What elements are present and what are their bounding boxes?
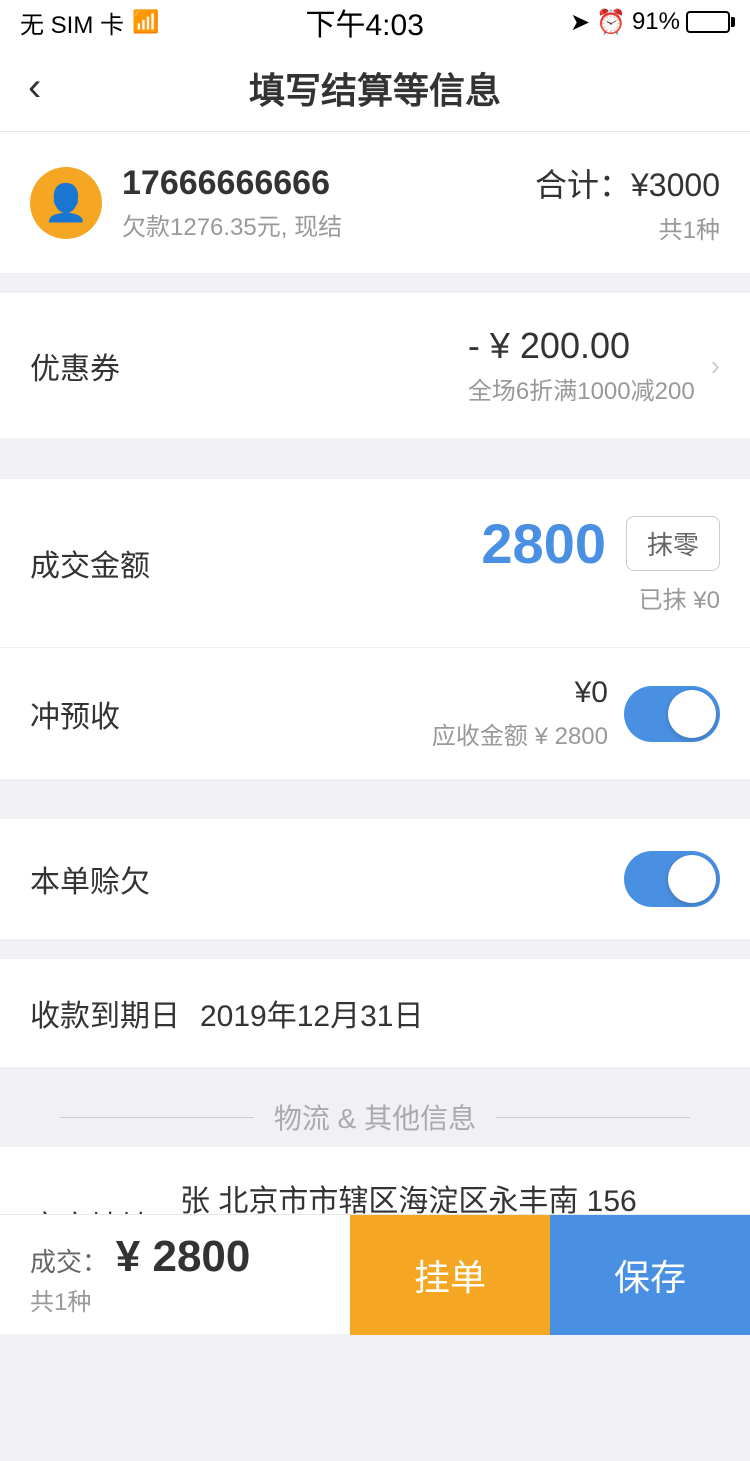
coupon-value-wrap: - ¥ 200.00 全场6折满1000减200 [468,325,695,406]
prepay-receivable: 应收金额 ¥ 2800 [432,716,608,751]
battery-icon [686,11,730,33]
toggle-knob [668,690,716,738]
duedate-label: 收款到期日 [30,991,180,1035]
wifi-icon: 📶 [132,9,159,35]
coupon-discount: - ¥ 200.00 [468,325,695,367]
coupon-label: 优惠券 [30,344,120,388]
bottom-price: ¥ 2800 [116,1232,251,1281]
prepay-toggle[interactable] [624,686,720,742]
duedate-row: 收款到期日 2019年12月31日 [0,959,750,1067]
page-title: 填写结算等信息 [249,62,501,114]
credit-label: 本单赊欠 [30,857,150,901]
bottom-left: 成交： ¥ 2800 共1种 [0,1232,350,1317]
battery-percent: 91% [632,8,680,36]
sim-label: 无 SIM 卡 [20,5,124,40]
total-count: 共1种 [535,210,720,245]
deal-right: 2800 抹零 已抹 ¥0 [481,511,720,615]
prepay-right-wrap: ¥0 应收金额 ¥ 2800 [432,676,720,751]
customer-right: 合计：¥3000 共1种 [535,160,720,245]
divider-2 [0,799,750,819]
status-time: 下午4:03 [305,0,423,44]
status-right: ➤ ⏰ 91% [570,8,730,37]
alarm-icon: ⏰ [596,8,626,37]
bottom-spacer [0,1321,750,1461]
bottom-bar: 成交： ¥ 2800 共1种 挂单 保存 [0,1214,750,1334]
customer-phone: 17666666666 [122,164,342,203]
bottom-deal-label: 成交： [30,1247,108,1277]
coupon-chevron-icon: › [711,350,720,382]
amount-section: 成交金额 2800 抹零 已抹 ¥0 冲预收 ¥0 应收金额 ¥ 2800 [0,479,750,779]
deal-amount-row: 成交金额 2800 抹零 已抹 ¥0 [0,479,750,648]
nav-bar: ‹ 填写结算等信息 [0,44,750,132]
credit-toggle[interactable] [624,851,720,907]
logistics-divider: 物流 & 其他信息 [0,1087,750,1147]
coupon-section: 优惠券 - ¥ 200.00 全场6折满1000减200 › [0,293,750,439]
status-left: 无 SIM 卡 📶 [20,5,159,40]
logistics-label: 物流 & 其他信息 [254,1097,496,1137]
coupon-desc: 全场6折满1000减200 [468,371,695,406]
prepay-amount: ¥0 [575,676,608,710]
total-amount: 合计：¥3000 [535,160,720,206]
status-bar: 无 SIM 卡 📶 下午4:03 ➤ ⏰ 91% [0,0,750,44]
avatar: 👤 [30,167,102,239]
avatar-icon: 👤 [44,182,89,224]
customer-info: 17666666666 欠款1276.35元, 现结 [122,164,342,242]
credit-row: 本单赊欠 [0,819,750,939]
deal-label: 成交金额 [30,541,150,585]
prepay-row: 冲预收 ¥0 应收金额 ¥ 2800 [0,648,750,779]
prepay-right: ¥0 应收金额 ¥ 2800 [432,676,608,751]
bottom-deal-row: 成交： ¥ 2800 [30,1232,320,1282]
customer-left: 👤 17666666666 欠款1276.35元, 现结 [30,164,342,242]
credit-toggle-knob [668,855,716,903]
customer-debt: 欠款1276.35元, 现结 [122,207,342,242]
save-button[interactable]: 保存 [550,1215,750,1335]
divider-1 [0,459,750,479]
pending-button[interactable]: 挂单 [350,1215,550,1335]
location-icon: ➤ [570,8,590,37]
already-round: 已抹 ¥0 [481,580,720,615]
duedate-value: 2019年12月31日 [200,991,423,1035]
deal-value: 2800 [481,511,606,576]
coupon-right: - ¥ 200.00 全场6折满1000减200 › [468,325,720,406]
coupon-row[interactable]: 优惠券 - ¥ 200.00 全场6折满1000减200 › [0,293,750,439]
amount-value-wrap: 2800 抹零 [481,511,720,576]
customer-row: 👤 17666666666 欠款1276.35元, 现结 合计：¥3000 共1… [0,132,750,273]
back-button[interactable]: ‹ [28,65,41,110]
prepay-label: 冲预收 [30,692,120,736]
bottom-count: 共1种 [30,1282,320,1317]
round-button[interactable]: 抹零 [626,516,720,571]
